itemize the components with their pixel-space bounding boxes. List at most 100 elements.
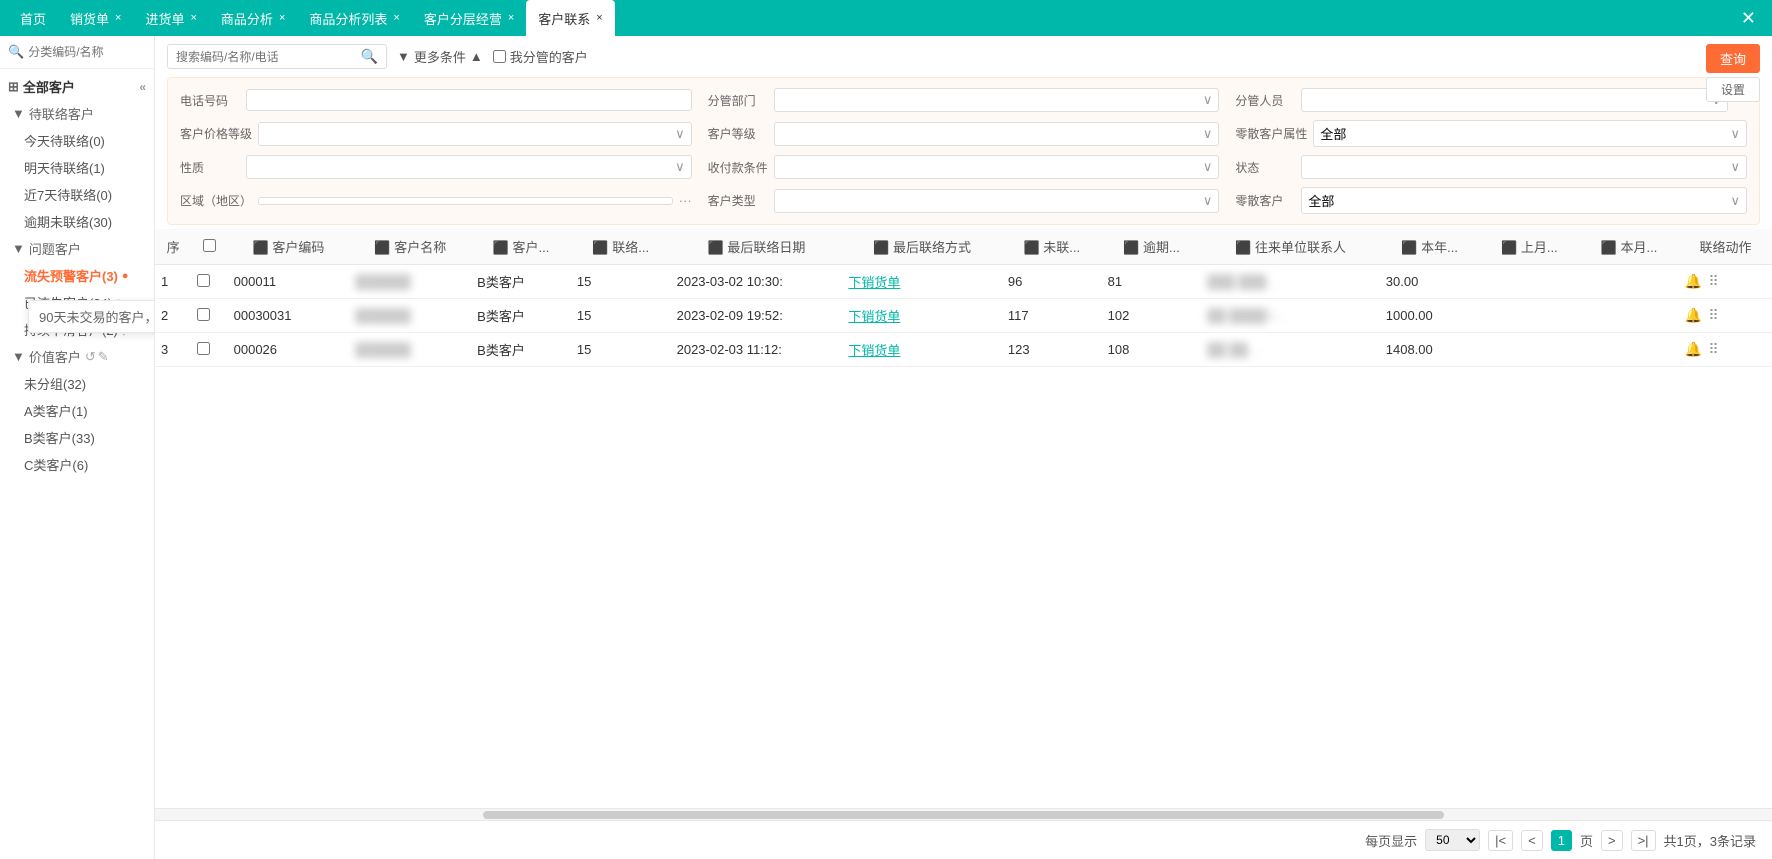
last-page-button[interactable]: >| xyxy=(1631,830,1656,851)
col-contact-person[interactable]: ⬛ 往来单位联系人 xyxy=(1201,229,1379,265)
cell-contact-person: ███ ███... xyxy=(1201,265,1379,299)
sidebar-item-overdue-pending[interactable]: 逾期未联络(30) xyxy=(0,208,154,235)
filter-manager-select[interactable]: ∨ xyxy=(1301,88,1728,112)
sidebar-item-churn-warning[interactable]: 流失预警客户(3) ● xyxy=(0,262,154,289)
filter-retail-select[interactable]: 全部 ∨ xyxy=(1301,187,1747,214)
tab-sales-close[interactable]: × xyxy=(115,12,121,24)
col-last-contact-method[interactable]: ⬛ 最后联络方式 xyxy=(842,229,1002,265)
tab-product-list[interactable]: 商品分析列表 × xyxy=(297,0,411,36)
cell-checkbox[interactable] xyxy=(191,333,227,367)
my-customers-checkbox-wrap[interactable]: 我分管的客户 xyxy=(493,47,588,66)
sidebar-item-ungroup[interactable]: 未分组(32) xyxy=(0,370,154,397)
col-no-contact-days[interactable]: ⬛ 未联... xyxy=(1002,229,1102,265)
row-checkbox-0[interactable] xyxy=(197,274,210,287)
edit-icon[interactable]: ✎ xyxy=(98,349,109,365)
group-value-customers[interactable]: ▼ 价值客户 ↺ ✎ xyxy=(0,343,154,370)
tab-product-list-close[interactable]: × xyxy=(393,12,399,24)
query-button[interactable]: 查询 xyxy=(1706,44,1760,73)
scrollbar-thumb[interactable] xyxy=(483,811,1444,819)
cell-last-contact-method[interactable]: 下销货单 xyxy=(842,333,1002,367)
sidebar-item-today-pending[interactable]: 今天待联络(0) xyxy=(0,127,154,154)
col-overdue-days[interactable]: ⬛ 逾期... xyxy=(1102,229,1202,265)
first-page-button[interactable]: |< xyxy=(1488,830,1513,851)
filter-customer-grade-select[interactable]: ∨ xyxy=(774,122,1220,146)
tab-home[interactable]: 首页 xyxy=(8,0,58,36)
tab-purchase[interactable]: 进货单 × xyxy=(133,0,208,36)
sidebar-search-input[interactable] xyxy=(28,45,146,59)
cell-name: ██████ xyxy=(349,333,471,367)
tab-customer-layer-close[interactable]: × xyxy=(508,12,514,24)
col-last-month[interactable]: ⬛ 上月... xyxy=(1479,229,1579,265)
sidebar-item-class-a[interactable]: A类客户(1) xyxy=(0,397,154,424)
group-problem-customers[interactable]: ▼ 问题客户 xyxy=(0,235,154,262)
my-customers-checkbox[interactable] xyxy=(493,50,506,63)
action-buttons: 查询 设置 xyxy=(1706,44,1760,102)
page-size-select[interactable]: 50 100 200 xyxy=(1425,829,1480,851)
row-action-more-1[interactable]: ⠿ xyxy=(1708,307,1718,324)
tab-purchase-close[interactable]: × xyxy=(190,12,196,24)
contact-method-link-0[interactable]: 下销货单 xyxy=(848,275,900,290)
col-this-month[interactable]: ⬛ 本月... xyxy=(1579,229,1679,265)
select-all-checkbox[interactable] xyxy=(203,239,216,252)
cell-checkbox[interactable] xyxy=(191,265,227,299)
row-action-message-2[interactable]: 🔔 xyxy=(1685,341,1702,358)
col-contact-count[interactable]: ⬛ 联络... xyxy=(571,229,671,265)
next-page-button[interactable]: > xyxy=(1601,830,1623,851)
settings-button[interactable]: 设置 xyxy=(1706,77,1760,102)
all-customers-header[interactable]: ⊞ 全部客户 « xyxy=(0,69,154,100)
col-type[interactable]: ⬛ 客户... xyxy=(471,229,571,265)
filter-nature-select[interactable]: ∨ xyxy=(246,155,692,179)
horizontal-scrollbar[interactable] xyxy=(155,808,1772,820)
tab-customer-contact[interactable]: 客户联系 × xyxy=(526,0,614,36)
group-pending-contact[interactable]: ▼ 待联络客户 xyxy=(0,100,154,127)
sidebar-item-7days-pending[interactable]: 近7天待联络(0) xyxy=(0,181,154,208)
row-action-more-2[interactable]: ⠿ xyxy=(1708,341,1718,358)
refresh-icon[interactable]: ↺ xyxy=(85,349,96,365)
contact-method-link-1[interactable]: 下销货单 xyxy=(848,309,900,324)
arrow-problem-icon: ▼ xyxy=(12,241,25,256)
row-action-more-0[interactable]: ⠿ xyxy=(1708,273,1718,290)
row-checkbox-1[interactable] xyxy=(197,308,210,321)
row-action-message-0[interactable]: 🔔 xyxy=(1685,273,1702,290)
col-name[interactable]: ⬛ 客户名称 xyxy=(349,229,471,265)
sidebar-item-tomorrow-pending[interactable]: 明天待联络(1) xyxy=(0,154,154,181)
arrow-pending-icon: ▼ xyxy=(12,106,25,121)
filter-payment-select[interactable]: ∨ xyxy=(774,155,1220,179)
col-code[interactable]: ⬛ 客户编码 xyxy=(228,229,350,265)
current-page-button[interactable]: 1 xyxy=(1551,830,1572,851)
col-last-contact-date[interactable]: ⬛ 最后联络日期 xyxy=(671,229,843,265)
main-search-input[interactable] xyxy=(176,50,361,64)
chevron-ra-icon: ∨ xyxy=(1730,126,1740,142)
table-area: 序 ⬛ 客户编码 ⬛ 客户名称 xyxy=(155,229,1772,808)
sidebar-item-class-c[interactable]: C类客户(6) xyxy=(0,451,154,478)
tab-product-analysis[interactable]: 商品分析 × xyxy=(209,0,297,36)
col-this-year[interactable]: ⬛ 本年... xyxy=(1380,229,1480,265)
cell-checkbox[interactable] xyxy=(191,299,227,333)
chevron-cg-icon: ∨ xyxy=(1203,126,1213,142)
filter-dept-label: 分管部门 xyxy=(708,92,768,109)
tab-product-analysis-close[interactable]: × xyxy=(279,12,285,24)
row-action-message-1[interactable]: 🔔 xyxy=(1685,307,1702,324)
filter-region-dots[interactable]: ··· xyxy=(679,193,692,208)
filter-price-grade-select[interactable]: ∨ xyxy=(258,122,692,146)
row-checkbox-2[interactable] xyxy=(197,342,210,355)
tab-customer-layer[interactable]: 客户分层经营 × xyxy=(412,0,526,36)
filter-phone-input[interactable] xyxy=(246,89,692,111)
chevron-up-icon: ▲ xyxy=(470,49,483,64)
window-close-button[interactable]: ✕ xyxy=(1733,8,1764,29)
cell-last-contact-method[interactable]: 下销货单 xyxy=(842,265,1002,299)
prev-page-button[interactable]: < xyxy=(1521,830,1543,851)
filter-dept-select[interactable]: ∨ xyxy=(774,88,1220,112)
cell-last-contact-method[interactable]: 下销货单 xyxy=(842,299,1002,333)
filter-region-select[interactable] xyxy=(258,197,673,205)
filter-retail-attr-select[interactable]: 全部 ∨ xyxy=(1313,120,1747,147)
filter-status-select[interactable]: ∨ xyxy=(1301,155,1747,179)
contact-method-link-2[interactable]: 下销货单 xyxy=(848,343,900,358)
main-search-button[interactable]: 🔍 xyxy=(361,48,378,65)
more-filter-button[interactable]: ▼ 更多条件 ▲ xyxy=(397,47,483,66)
tab-customer-contact-close[interactable]: × xyxy=(596,12,602,24)
tab-sales[interactable]: 销货单 × xyxy=(58,0,133,36)
filter-customer-type-select[interactable]: ∨ xyxy=(774,189,1220,213)
sidebar-item-class-b[interactable]: B类客户(33) xyxy=(0,424,154,451)
sidebar-collapse-btn[interactable]: « xyxy=(139,80,146,94)
